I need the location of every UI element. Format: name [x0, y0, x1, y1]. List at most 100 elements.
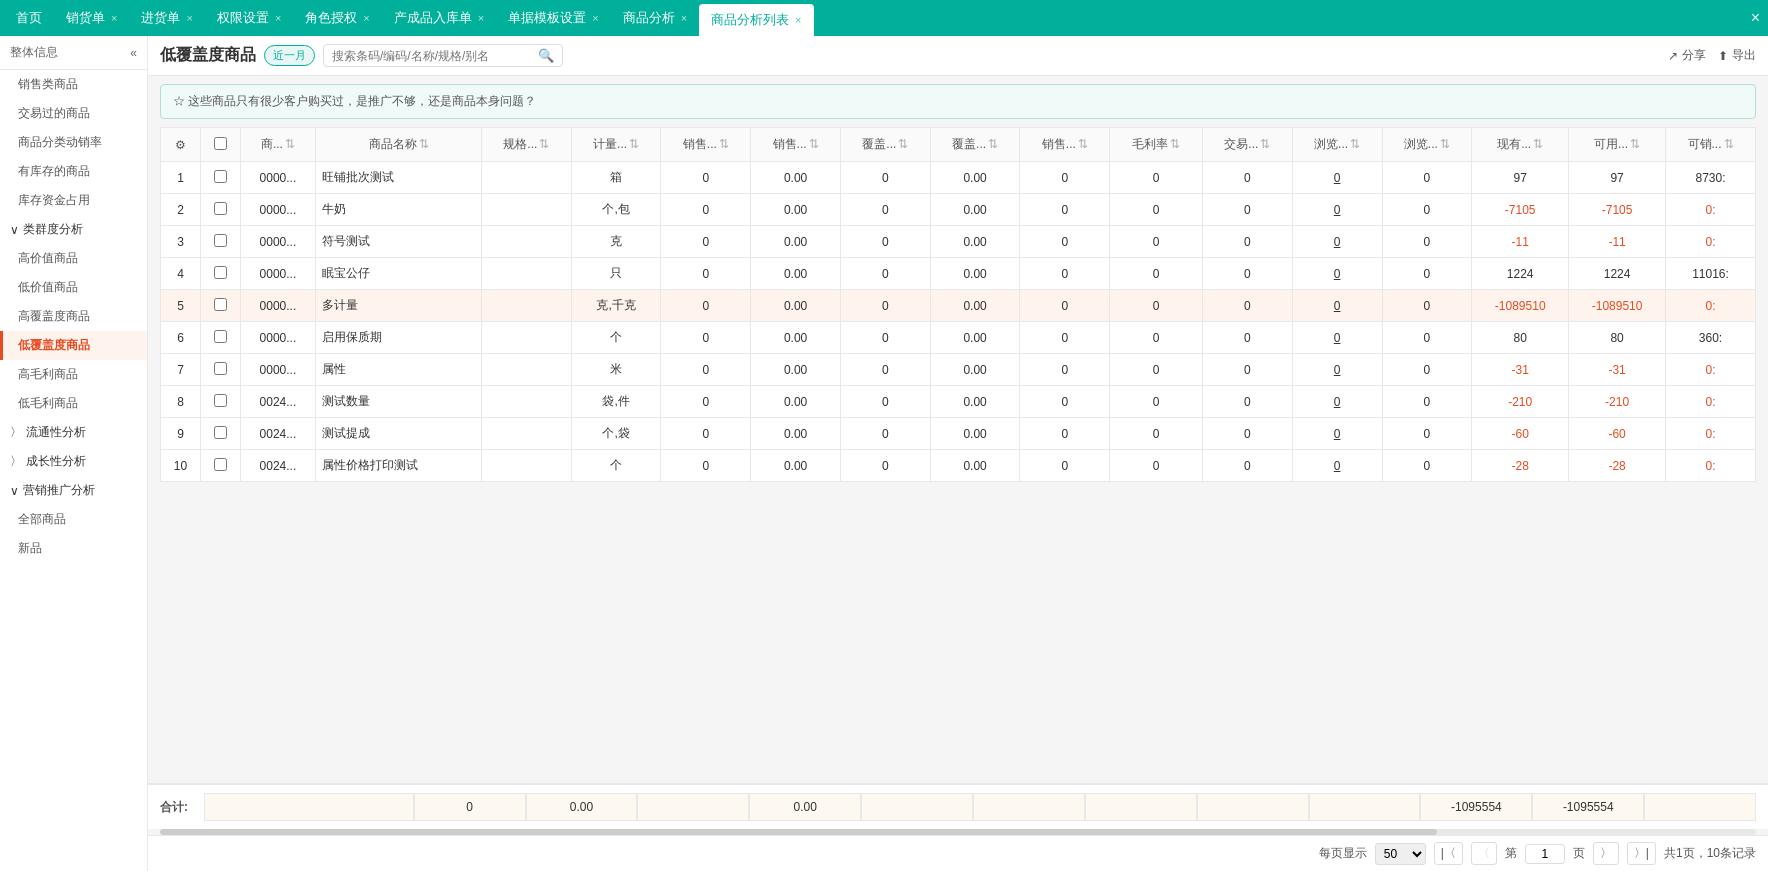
sidebar-item-high-value[interactable]: 高价值商品	[0, 244, 147, 273]
select-all-checkbox[interactable]	[214, 137, 227, 150]
col-sales-qty[interactable]: 销售...⇅	[661, 128, 751, 162]
cell-checkbox[interactable]	[201, 354, 241, 386]
first-page-button[interactable]: |〈	[1434, 842, 1463, 865]
row-checkbox[interactable]	[214, 426, 227, 439]
export-button[interactable]: ⬆ 导出	[1718, 47, 1756, 64]
sidebar-item-sales-goods[interactable]: 销售类商品	[0, 70, 147, 99]
row-checkbox[interactable]	[214, 298, 227, 311]
tab-product-analysis-list[interactable]: 商品分析列表 ×	[699, 4, 813, 36]
col-sellable[interactable]: 可销...⇅	[1666, 128, 1756, 162]
tab-product-analysis[interactable]: 商品分析 ×	[611, 0, 699, 36]
close-all-tabs-icon[interactable]: ×	[1751, 9, 1760, 27]
prev-page-button[interactable]: 〈	[1471, 842, 1497, 865]
cell-checkbox[interactable]	[201, 322, 241, 354]
tab-sales-order[interactable]: 销货单 ×	[54, 0, 129, 36]
cell-browse1[interactable]: 0	[1292, 162, 1382, 194]
share-button[interactable]: ↗ 分享	[1668, 47, 1706, 64]
cell-sales3: 0	[1020, 450, 1110, 482]
tab-close-icon[interactable]: ×	[478, 12, 484, 24]
sidebar-item-low-coverage[interactable]: 低覆盖度商品	[0, 331, 147, 360]
cell-browse1[interactable]: 0	[1292, 418, 1382, 450]
row-checkbox[interactable]	[214, 330, 227, 343]
sidebar-group-cluster[interactable]: ∨ 类群度分析	[0, 215, 147, 244]
sidebar-item-new-goods[interactable]: 新品	[0, 534, 147, 563]
sidebar-group-liquidity[interactable]: 〉 流通性分析	[0, 418, 147, 447]
col-coverage2[interactable]: 覆盖...⇅	[930, 128, 1020, 162]
cell-checkbox[interactable]	[201, 290, 241, 322]
tab-product-warehouse[interactable]: 产成品入库单 ×	[382, 0, 496, 36]
row-checkbox[interactable]	[214, 266, 227, 279]
tab-purchase-order[interactable]: 进货单 ×	[129, 0, 204, 36]
row-checkbox[interactable]	[214, 458, 227, 471]
sidebar-group-marketing[interactable]: ∨ 营销推广分析	[0, 476, 147, 505]
cell-checkbox[interactable]	[201, 194, 241, 226]
tab-close-icon[interactable]: ×	[186, 12, 192, 24]
col-browse2[interactable]: 浏览...⇅	[1382, 128, 1472, 162]
cell-checkbox[interactable]	[201, 162, 241, 194]
sidebar-collapse-icon[interactable]: «	[130, 46, 137, 60]
row-checkbox[interactable]	[214, 394, 227, 407]
sidebar-item-in-stock[interactable]: 有库存的商品	[0, 157, 147, 186]
tab-close-icon[interactable]: ×	[275, 12, 281, 24]
tab-role-auth[interactable]: 角色授权 ×	[293, 0, 381, 36]
col-sales-amt[interactable]: 销售...⇅	[751, 128, 841, 162]
per-page-select[interactable]: 50 10 20 100	[1375, 843, 1426, 865]
tab-template-settings[interactable]: 单据模板设置 ×	[496, 0, 610, 36]
col-gross-margin[interactable]: 毛利率⇅	[1110, 128, 1203, 162]
sidebar-item-low-margin[interactable]: 低毛利商品	[0, 389, 147, 418]
last-page-button[interactable]: 〉|	[1627, 842, 1656, 865]
sidebar-item-all-goods[interactable]: 全部商品	[0, 505, 147, 534]
col-spec[interactable]: 规格...⇅	[481, 128, 571, 162]
row-checkbox[interactable]	[214, 202, 227, 215]
sidebar-item-high-coverage[interactable]: 高覆盖度商品	[0, 302, 147, 331]
col-browse1[interactable]: 浏览...⇅	[1292, 128, 1382, 162]
cell-browse1[interactable]: 0	[1292, 258, 1382, 290]
tab-close-icon[interactable]: ×	[111, 12, 117, 24]
cell-checkbox[interactable]	[201, 386, 241, 418]
sidebar-item-category-sales-rate[interactable]: 商品分类动销率	[0, 128, 147, 157]
sidebar-item-low-value[interactable]: 低价值商品	[0, 273, 147, 302]
cell-sales-amt: 0.00	[751, 450, 841, 482]
cell-checkbox[interactable]	[201, 258, 241, 290]
col-checkbox[interactable]	[201, 128, 241, 162]
sidebar-group-growth[interactable]: 〉 成长性分析	[0, 447, 147, 476]
cell-browse1[interactable]: 0	[1292, 450, 1382, 482]
tab-close-icon[interactable]: ×	[363, 12, 369, 24]
col-gear[interactable]: ⚙	[161, 128, 201, 162]
sidebar-item-high-margin[interactable]: 高毛利商品	[0, 360, 147, 389]
cell-current-stock: -7105	[1472, 194, 1569, 226]
cell-browse1[interactable]: 0	[1292, 322, 1382, 354]
col-current-stock[interactable]: 现有...⇅	[1472, 128, 1569, 162]
row-checkbox[interactable]	[214, 234, 227, 247]
cell-browse1[interactable]: 0	[1292, 226, 1382, 258]
cell-checkbox[interactable]	[201, 226, 241, 258]
row-checkbox[interactable]	[214, 170, 227, 183]
col-available-stock[interactable]: 可用...⇅	[1569, 128, 1666, 162]
cell-browse1[interactable]: 0	[1292, 354, 1382, 386]
cell-browse1[interactable]: 0	[1292, 386, 1382, 418]
col-code[interactable]: 商...⇅	[240, 128, 316, 162]
tab-home[interactable]: 首页	[4, 0, 54, 36]
col-sales3[interactable]: 销售...⇅	[1020, 128, 1110, 162]
col-name[interactable]: 商品名称⇅	[316, 128, 482, 162]
sidebar-item-stock-capital[interactable]: 库存资金占用	[0, 186, 147, 215]
tab-close-icon[interactable]: ×	[795, 14, 801, 26]
search-input[interactable]	[332, 49, 534, 63]
cell-browse1[interactable]: 0	[1292, 194, 1382, 226]
tab-close-icon[interactable]: ×	[681, 12, 687, 24]
sidebar-item-traded-goods[interactable]: 交易过的商品	[0, 99, 147, 128]
cell-checkbox[interactable]	[201, 418, 241, 450]
tab-close-icon[interactable]: ×	[592, 12, 598, 24]
time-filter-button[interactable]: 近一月	[264, 45, 315, 66]
search-icon[interactable]: 🔍	[538, 48, 554, 63]
cell-browse1[interactable]: 0	[1292, 290, 1382, 322]
tab-permission-settings[interactable]: 权限设置 ×	[205, 0, 293, 36]
cell-available-stock: 80	[1569, 322, 1666, 354]
col-coverage1[interactable]: 覆盖...⇅	[840, 128, 930, 162]
col-trade[interactable]: 交易...⇅	[1203, 128, 1293, 162]
row-checkbox[interactable]	[214, 362, 227, 375]
cell-checkbox[interactable]	[201, 450, 241, 482]
col-unit[interactable]: 计量...⇅	[571, 128, 661, 162]
page-number-input[interactable]	[1525, 844, 1565, 864]
next-page-button[interactable]: 〉	[1593, 842, 1619, 865]
